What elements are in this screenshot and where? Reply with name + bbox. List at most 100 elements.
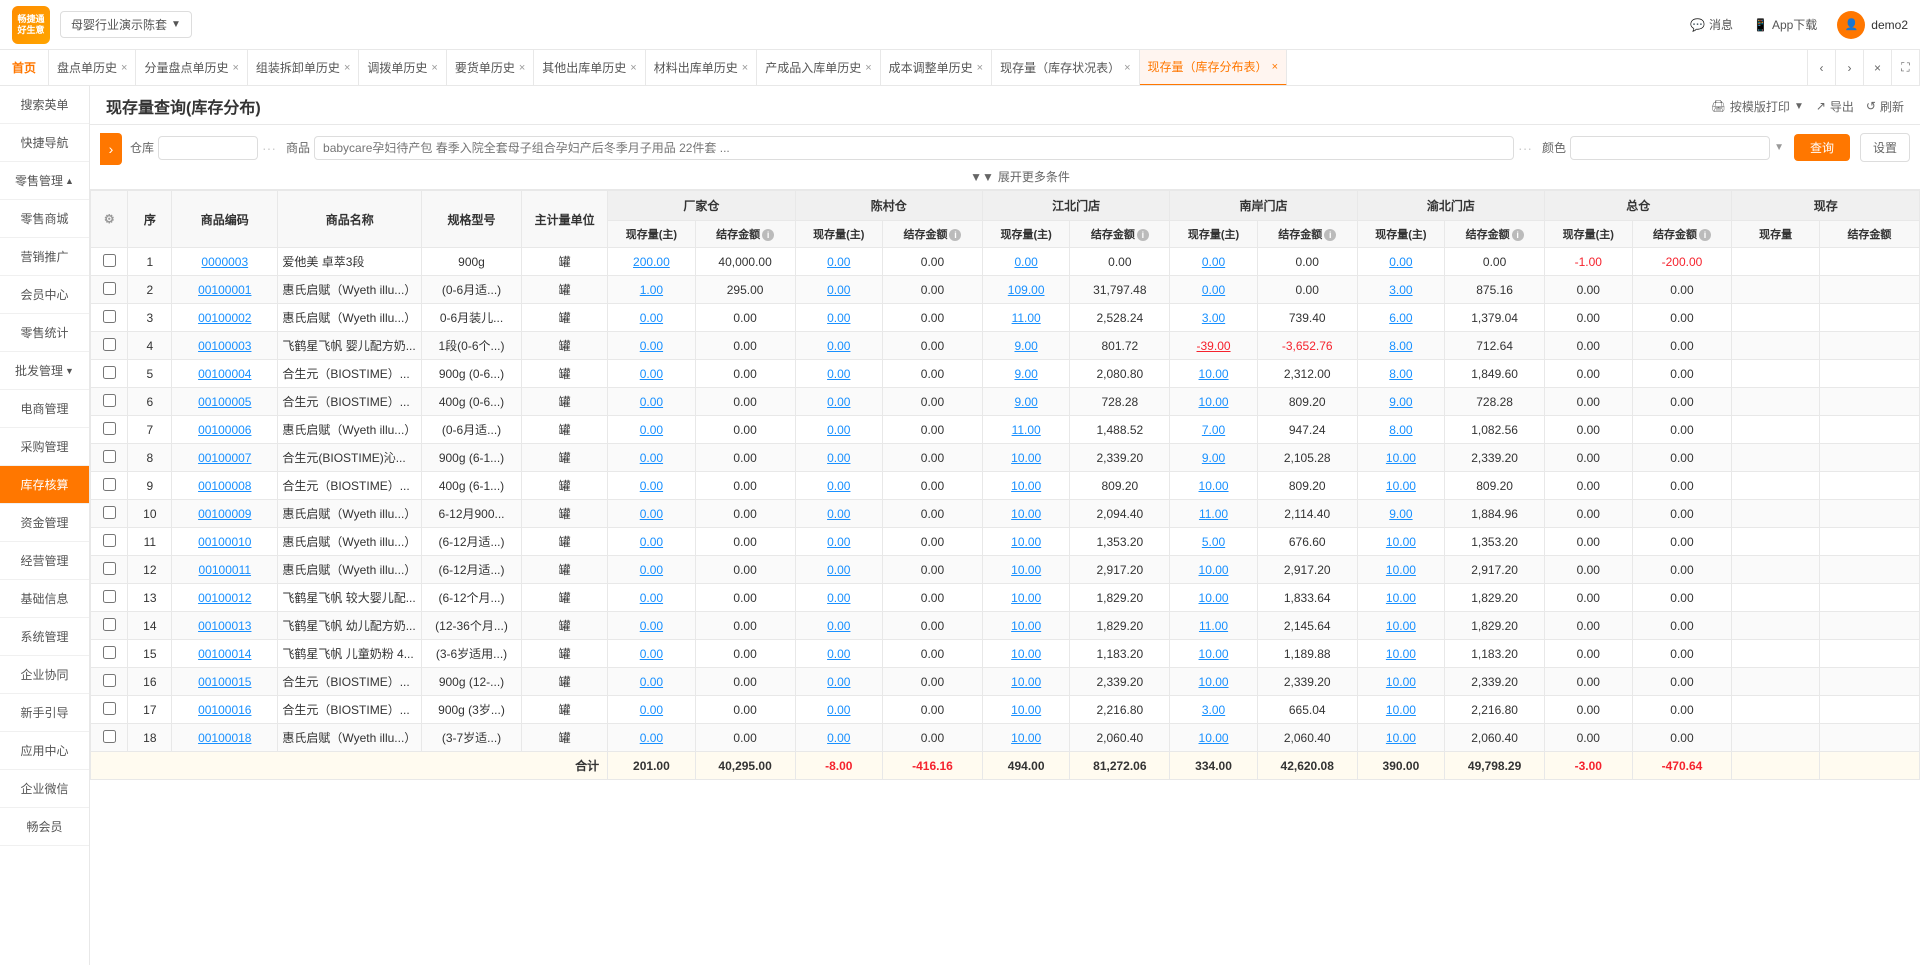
yubei-stock-cell[interactable]: 10.00 (1357, 528, 1444, 556)
yubei-stock-cell[interactable]: 8.00 (1357, 332, 1444, 360)
sidebar-item-basic-info[interactable]: 基础信息 (0, 580, 89, 618)
row-checkbox[interactable] (103, 366, 116, 379)
factory-stock-cell[interactable]: 0.00 (608, 388, 695, 416)
yubei-stock-cell[interactable]: 10.00 (1357, 696, 1444, 724)
sidebar-item-retail-store[interactable]: 零售商城 (0, 200, 89, 238)
jiangbei-stock-cell[interactable]: 10.00 (982, 612, 1069, 640)
nanbin-stock-cell[interactable]: 7.00 (1170, 416, 1257, 444)
row-checkbox[interactable] (103, 618, 116, 631)
factory-stock-cell[interactable]: 0.00 (608, 416, 695, 444)
factory-stock-cell[interactable]: 0.00 (608, 472, 695, 500)
nanbin-stock-cell[interactable]: 3.00 (1170, 696, 1257, 724)
factory-stock-cell[interactable]: 0.00 (608, 640, 695, 668)
factory-stock-cell[interactable]: 0.00 (608, 696, 695, 724)
row-checkbox[interactable] (103, 338, 116, 351)
code-cell[interactable]: 00100008 (172, 472, 278, 500)
yubei-stock-cell[interactable]: 10.00 (1357, 444, 1444, 472)
setting-button[interactable]: 设置 (1860, 133, 1910, 162)
chen-stock-cell[interactable]: 0.00 (795, 528, 882, 556)
chen-stock-cell[interactable]: 0.00 (795, 696, 882, 724)
row-checkbox[interactable] (103, 590, 116, 603)
nanbin-stock-cell[interactable]: 10.00 (1170, 724, 1257, 752)
row-checkbox[interactable] (103, 646, 116, 659)
factory-stock-cell[interactable]: 1.00 (608, 276, 695, 304)
factory-stock-cell[interactable]: 0.00 (608, 584, 695, 612)
warehouse-more-icon[interactable]: ··· (262, 140, 276, 156)
sidebar-item-membership[interactable]: 畅会员 (0, 808, 89, 846)
row-checkbox[interactable] (103, 534, 116, 547)
factory-stock-cell[interactable]: 0.00 (608, 360, 695, 388)
sidebar-item-marketing[interactable]: 营销推广 (0, 238, 89, 276)
chen-stock-cell[interactable]: 0.00 (795, 332, 882, 360)
chen-stock-cell[interactable]: 0.00 (795, 668, 882, 696)
jiangbei-stock-cell[interactable]: 10.00 (982, 584, 1069, 612)
yubei-stock-cell[interactable]: 10.00 (1357, 668, 1444, 696)
nanbin-stock-cell[interactable]: 10.00 (1170, 360, 1257, 388)
code-cell[interactable]: 00100013 (172, 612, 278, 640)
sidebar-item-quick-nav[interactable]: 快捷导航 (0, 124, 89, 162)
jiangbei-stock-cell[interactable]: 10.00 (982, 444, 1069, 472)
yubei-stock-cell[interactable]: 6.00 (1357, 304, 1444, 332)
print-btn[interactable]: 🖨 按模版打印 ▼ (1711, 98, 1804, 115)
jiangbei-stock-cell[interactable]: 10.00 (982, 724, 1069, 752)
row-checkbox[interactable] (103, 422, 116, 435)
nanbin-stock-cell[interactable]: 3.00 (1170, 304, 1257, 332)
tab-material-out[interactable]: 材料出库单历史 × (646, 50, 757, 86)
factory-stock-cell[interactable]: 0.00 (608, 304, 695, 332)
nanbin-stock-cell[interactable]: 0.00 (1170, 248, 1257, 276)
yubei-stock-cell[interactable]: 10.00 (1357, 640, 1444, 668)
sidebar-item-guide[interactable]: 新手引导 (0, 694, 89, 732)
filter-collapse-btn[interactable]: › (100, 133, 122, 165)
tab-stock-dist[interactable]: 现存量（库存分布表） × (1140, 50, 1287, 86)
export-btn[interactable]: ↗ 导出 (1816, 98, 1854, 115)
code-cell[interactable]: 00100011 (172, 556, 278, 584)
chen-stock-cell[interactable]: 0.00 (795, 416, 882, 444)
yubei-stock-cell[interactable]: 9.00 (1357, 500, 1444, 528)
jiangbei-stock-cell[interactable]: 11.00 (982, 304, 1069, 332)
code-cell[interactable]: 00100005 (172, 388, 278, 416)
chen-stock-cell[interactable]: 0.00 (795, 388, 882, 416)
sidebar-item-member[interactable]: 会员中心 (0, 276, 89, 314)
goods-input[interactable] (314, 136, 1514, 160)
chen-stock-cell[interactable]: 0.00 (795, 248, 882, 276)
sidebar-item-system[interactable]: 系统管理 (0, 618, 89, 656)
jiangbei-stock-cell[interactable]: 0.00 (982, 248, 1069, 276)
goods-more-icon[interactable]: ··· (1518, 140, 1532, 156)
tab-inventory-history[interactable]: 盘点单历史 × (49, 50, 136, 86)
yubei-stock-cell[interactable]: 10.00 (1357, 472, 1444, 500)
code-cell[interactable]: 00100004 (172, 360, 278, 388)
jiangbei-stock-cell[interactable]: 10.00 (982, 528, 1069, 556)
user-avatar[interactable]: 👤 demo2 (1837, 11, 1908, 39)
chen-stock-cell[interactable]: 0.00 (795, 444, 882, 472)
yubei-stock-cell[interactable]: 10.00 (1357, 724, 1444, 752)
sidebar-item-operations[interactable]: 经营管理 (0, 542, 89, 580)
chen-stock-cell[interactable]: 0.00 (795, 500, 882, 528)
jiangbei-stock-cell[interactable]: 10.00 (982, 472, 1069, 500)
yubei-stock-cell[interactable]: 9.00 (1357, 388, 1444, 416)
code-cell[interactable]: 00100014 (172, 640, 278, 668)
sidebar-item-wholesale[interactable]: 批发管理▼ (0, 352, 89, 390)
chen-stock-cell[interactable]: 0.00 (795, 360, 882, 388)
jiangbei-stock-cell[interactable]: 10.00 (982, 668, 1069, 696)
message-btn[interactable]: 💬 消息 (1690, 16, 1733, 33)
nanbin-stock-cell[interactable]: 5.00 (1170, 528, 1257, 556)
tab-cost-adjust[interactable]: 成本调整单历史 × (881, 50, 992, 86)
tab-home[interactable]: 首页 (0, 50, 49, 86)
nanbin-stock-cell[interactable]: 9.00 (1170, 444, 1257, 472)
jiangbei-stock-cell[interactable]: 9.00 (982, 360, 1069, 388)
sidebar-item-retail-mgmt[interactable]: 零售管理▲ (0, 162, 89, 200)
sidebar-item-search[interactable]: 搜索英单 (0, 86, 89, 124)
yubei-stock-cell[interactable]: 10.00 (1357, 612, 1444, 640)
row-checkbox[interactable] (103, 506, 116, 519)
sidebar-item-purchase[interactable]: 采购管理 (0, 428, 89, 466)
color-input[interactable] (1570, 136, 1770, 160)
yubei-stock-cell[interactable]: 3.00 (1357, 276, 1444, 304)
factory-stock-cell[interactable]: 0.00 (608, 724, 695, 752)
code-cell[interactable]: 00100009 (172, 500, 278, 528)
factory-stock-cell[interactable]: 0.00 (608, 444, 695, 472)
tab-stock-status[interactable]: 现存量（库存状况表） × (992, 50, 1139, 86)
jiangbei-stock-cell[interactable]: 10.00 (982, 640, 1069, 668)
jiangbei-stock-cell[interactable]: 10.00 (982, 500, 1069, 528)
tab-transfer[interactable]: 调拨单历史 × (359, 50, 446, 86)
store-selector[interactable]: 母婴行业演示陈套 ▼ (60, 11, 192, 38)
